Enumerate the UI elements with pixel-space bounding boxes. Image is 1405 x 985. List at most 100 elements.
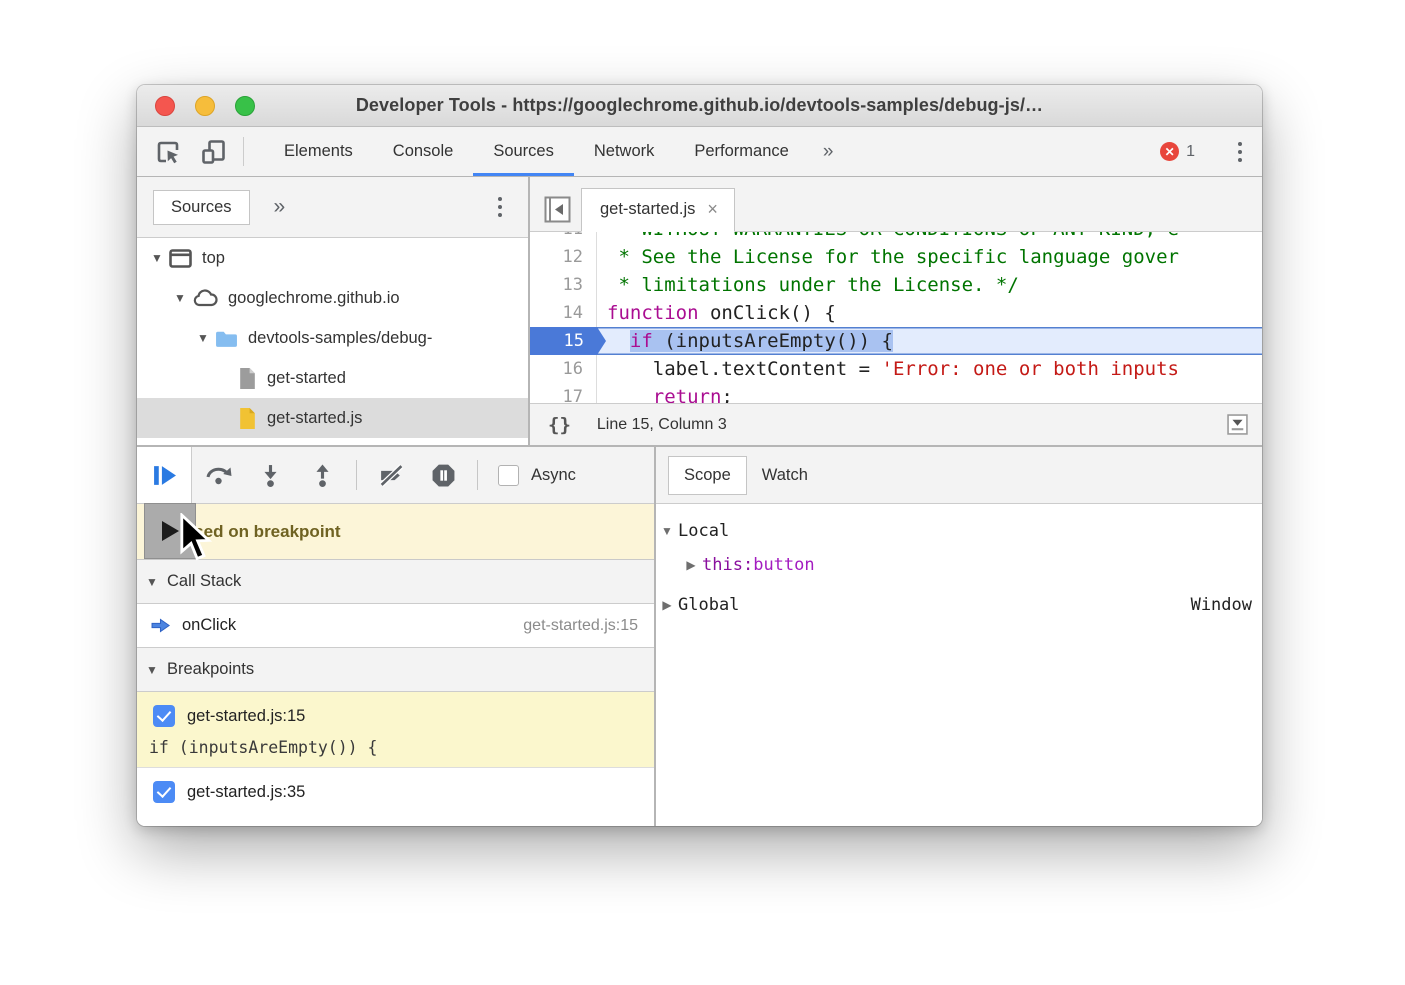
close-tab-icon[interactable]: × bbox=[707, 199, 718, 220]
editor-tab-get-started-js[interactable]: get-started.js × bbox=[581, 188, 735, 232]
line-number-17[interactable]: 17 bbox=[530, 383, 597, 403]
zoom-window-button[interactable] bbox=[235, 96, 255, 116]
scope-name: Global bbox=[678, 595, 739, 615]
code-text[interactable]: return; bbox=[597, 383, 733, 403]
tree-item-top[interactable]: ▼ top bbox=[137, 238, 528, 278]
tree-item-label: get-started bbox=[267, 369, 346, 388]
code-line-16: 16 label.textContent = 'Error: one or bo… bbox=[530, 355, 1262, 383]
code-line-13: 13 * limitations under the License. */ bbox=[530, 271, 1262, 299]
code-text[interactable]: * limitations under the License. */ bbox=[597, 271, 1019, 299]
disclosure-triangle-icon[interactable]: ▶ bbox=[656, 598, 678, 612]
statusbar-expand-icon[interactable] bbox=[1227, 414, 1248, 435]
deactivate-breakpoints-button[interactable] bbox=[365, 447, 417, 503]
tab-elements[interactable]: Elements bbox=[264, 127, 373, 176]
paused-banner: Paused on breakpoint bbox=[137, 504, 654, 560]
code-line-17: 17 return; bbox=[530, 383, 1262, 403]
navigator-kebab-icon[interactable] bbox=[478, 197, 522, 217]
tree-item-get-started-js[interactable]: get-started.js bbox=[137, 398, 528, 438]
line-number-13[interactable]: 13 bbox=[530, 271, 597, 299]
line-number-12[interactable]: 12 bbox=[530, 243, 597, 271]
mouse-cursor-icon bbox=[179, 513, 212, 563]
scope-row-global[interactable]: ▶GlobalWindow bbox=[656, 588, 1262, 622]
code-text[interactable]: * WITHOUT WARRANTIES OR CONDITIONS OF AN… bbox=[597, 232, 1179, 243]
tree-item-googlechrome-github-io[interactable]: ▼ googlechrome.github.io bbox=[137, 278, 528, 318]
tree-item-label: top bbox=[202, 249, 225, 268]
step-out-button[interactable] bbox=[296, 447, 348, 503]
disclosure-triangle-icon[interactable]: ▼ bbox=[193, 331, 213, 345]
frame-function-name: onClick bbox=[182, 616, 236, 635]
tab-network[interactable]: Network bbox=[574, 127, 675, 176]
breakpoint-checkbox[interactable] bbox=[153, 781, 175, 803]
tree-item-devtools-samples-debug-[interactable]: ▼devtools-samples/debug- bbox=[137, 318, 528, 358]
pause-on-exceptions-button[interactable] bbox=[417, 447, 469, 503]
call-frame-onClick[interactable]: onClickget-started.js:15 bbox=[137, 604, 654, 648]
code-editor[interactable]: 11 * WITHOUT WARRANTIES OR CONDITIONS OF… bbox=[530, 232, 1262, 403]
code-text[interactable]: * See the License for the specific langu… bbox=[597, 243, 1179, 271]
tab-console[interactable]: Console bbox=[373, 127, 474, 176]
navigator-tab-sources[interactable]: Sources bbox=[153, 190, 250, 225]
window-title: Developer Tools - https://googlechrome.g… bbox=[137, 95, 1262, 116]
line-number-16[interactable]: 16 bbox=[530, 355, 597, 383]
tab-scope[interactable]: Scope bbox=[668, 456, 747, 495]
disclosure-triangle-icon[interactable]: ▼ bbox=[147, 251, 167, 265]
line-number-14[interactable]: 14 bbox=[530, 299, 597, 327]
scope-name: Local bbox=[678, 521, 729, 541]
error-count: 1 bbox=[1186, 143, 1195, 161]
close-window-button[interactable] bbox=[155, 96, 175, 116]
navigator-more-tabs-icon[interactable]: » bbox=[274, 195, 286, 219]
tree-item-label: get-started.js bbox=[267, 409, 362, 428]
error-badge[interactable]: ✕ 1 bbox=[1160, 142, 1195, 161]
code-line-14: 14function onClick() { bbox=[530, 299, 1262, 327]
hide-navigator-icon[interactable] bbox=[544, 196, 571, 223]
panel-tabs: ElementsConsoleSourcesNetworkPerformance bbox=[264, 127, 809, 176]
step-into-button[interactable] bbox=[244, 447, 296, 503]
minimize-window-button[interactable] bbox=[195, 96, 215, 116]
main-menu-kebab-icon[interactable] bbox=[1218, 142, 1262, 162]
editor-statusbar: {} Line 15, Column 3 bbox=[530, 403, 1262, 445]
resume-script-button[interactable] bbox=[137, 447, 192, 503]
tab-watch[interactable]: Watch bbox=[747, 457, 823, 494]
call-stack-header[interactable]: ▼ Call Stack bbox=[137, 560, 654, 604]
scope-row-this[interactable]: ▶this: button bbox=[656, 548, 1262, 582]
inspect-element-icon[interactable] bbox=[145, 127, 191, 176]
disclosure-triangle-icon[interactable]: ▶ bbox=[680, 558, 702, 572]
pretty-print-icon[interactable]: {} bbox=[548, 414, 571, 436]
code-text[interactable]: label.textContent = 'Error: one or both … bbox=[597, 355, 1179, 383]
more-panels-icon[interactable]: » bbox=[809, 127, 848, 176]
async-checkbox[interactable] bbox=[498, 465, 519, 486]
error-icon: ✕ bbox=[1160, 142, 1179, 161]
breakpoint-entry-get-started-js-15[interactable]: get-started.js:15if (inputsAreEmpty()) { bbox=[137, 692, 654, 768]
editor-tab-label: get-started.js bbox=[600, 200, 695, 219]
toolbar-right: ✕ 1 bbox=[1160, 127, 1262, 176]
step-over-button[interactable] bbox=[192, 447, 244, 503]
traffic-lights bbox=[155, 96, 255, 116]
breakpoints-header[interactable]: ▼ Breakpoints bbox=[137, 648, 654, 692]
scope-row-local[interactable]: ▼Local bbox=[656, 514, 1262, 548]
breakpoint-entry-get-started-js-35[interactable]: get-started.js:35 bbox=[137, 768, 654, 818]
navigator-header: Sources » bbox=[137, 177, 528, 238]
device-toolbar-icon[interactable] bbox=[191, 127, 237, 176]
scope-pane: Scope Watch ▼Local▶this: button▶GlobalWi… bbox=[656, 447, 1262, 826]
async-label: Async bbox=[531, 466, 576, 485]
scope-variables: ▼Local▶this: button▶GlobalWindow bbox=[656, 504, 1262, 826]
editor-tabbar: get-started.js × bbox=[530, 177, 1262, 232]
line-number-11[interactable]: 11 bbox=[530, 232, 597, 243]
tree-item-get-started[interactable]: get-started bbox=[137, 358, 528, 398]
scope-value: button bbox=[753, 555, 814, 575]
cursor-position: Line 15, Column 3 bbox=[597, 416, 727, 434]
breakpoints-list: get-started.js:15if (inputsAreEmpty()) {… bbox=[137, 692, 654, 818]
code-text[interactable]: function onClick() { bbox=[597, 299, 836, 327]
tree-item-label: googlechrome.github.io bbox=[228, 289, 400, 308]
code-text[interactable]: if (inputsAreEmpty()) { bbox=[597, 327, 893, 355]
breakpoints-title: Breakpoints bbox=[167, 660, 254, 679]
breakpoint-checkbox[interactable] bbox=[153, 705, 175, 727]
folder-icon bbox=[215, 329, 238, 348]
sources-panel-top: Sources » ▼ top ▼ googlechrome.github.io ▼de… bbox=[137, 177, 1262, 447]
titlebar: Developer Tools - https://googlechrome.g… bbox=[137, 85, 1262, 127]
tab-performance[interactable]: Performance bbox=[674, 127, 808, 176]
line-number-15[interactable]: 15 bbox=[530, 327, 597, 355]
call-stack-title: Call Stack bbox=[167, 572, 241, 591]
tab-sources[interactable]: Sources bbox=[473, 127, 574, 176]
disclosure-triangle-icon[interactable]: ▼ bbox=[656, 524, 678, 538]
disclosure-triangle-icon[interactable]: ▼ bbox=[170, 291, 190, 305]
